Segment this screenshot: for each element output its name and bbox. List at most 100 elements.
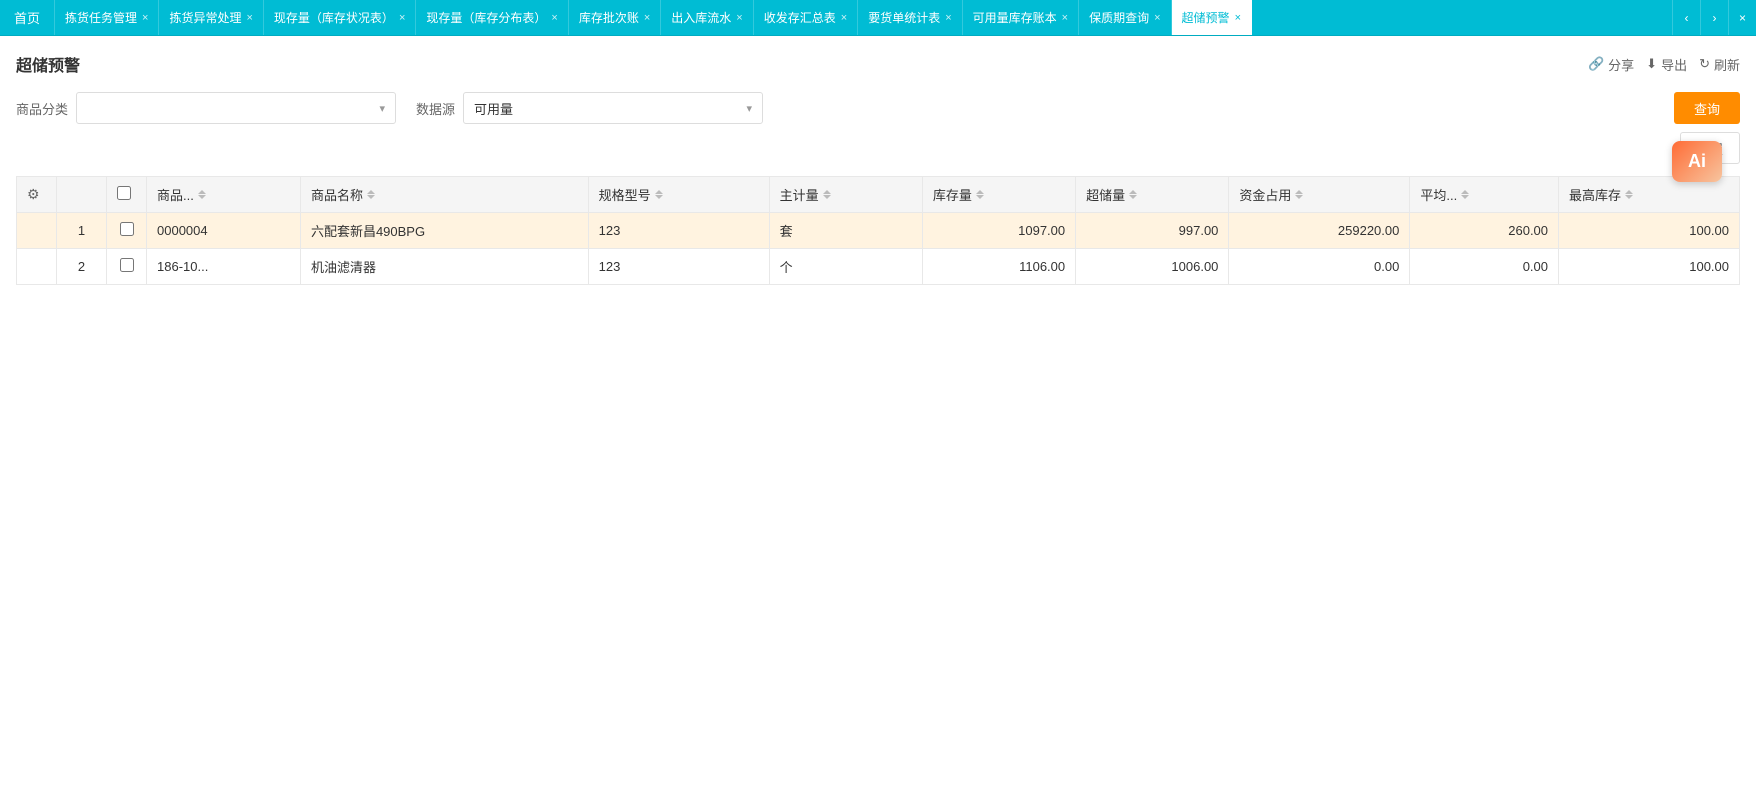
cell-settings-2	[17, 249, 57, 285]
th-spec[interactable]: 规格型号	[588, 177, 769, 213]
page-header: 超储预警 🔗 分享 ⬇ 导出 ↻ 刷新	[16, 52, 1740, 76]
datasource-label: 数据源	[416, 99, 455, 118]
table-header-row: ⚙ 商品... 商品名称	[17, 177, 1740, 213]
tab-churuku[interactable]: 出入库流水 ×	[661, 0, 753, 35]
cell-spec-1: 123	[588, 213, 769, 249]
close-tab-yaodan[interactable]: ×	[945, 12, 951, 24]
export-button[interactable]: ⬇ 导出	[1646, 55, 1687, 74]
tab-xianzun-kuang[interactable]: 现存量（库存状况表） ×	[264, 0, 416, 35]
ai-badge[interactable]: Ai	[1672, 141, 1722, 182]
export-icon: ⬇	[1646, 56, 1657, 72]
cell-maxstock-2: 100.00	[1559, 249, 1740, 285]
page-title: 超储预警	[16, 52, 80, 76]
close-tab-shoufasong[interactable]: ×	[841, 12, 847, 24]
th-settings[interactable]: ⚙	[17, 177, 57, 213]
cell-name-1: 六配套新昌490BPG	[300, 213, 588, 249]
row-checkbox-1[interactable]	[120, 222, 134, 236]
tab-keyong[interactable]: 可用量库存账本 ×	[963, 0, 1079, 35]
tab-jianghuo[interactable]: 拣货任务管理 ×	[55, 0, 159, 35]
th-num	[57, 177, 107, 213]
cell-over-1: 997.00	[1076, 213, 1229, 249]
tab-pici[interactable]: 库存批次账 ×	[569, 0, 661, 35]
tab-xianzun-fen[interactable]: 现存量（库存分布表） ×	[416, 0, 568, 35]
close-tab-churuku[interactable]: ×	[736, 12, 742, 24]
cell-settings-1	[17, 213, 57, 249]
sort-icon-code	[198, 190, 206, 199]
category-select[interactable]: ▾	[76, 92, 396, 124]
cell-check-2[interactable]	[107, 249, 147, 285]
share-icon: 🔗	[1588, 56, 1604, 72]
cell-unit-1: 套	[769, 213, 922, 249]
main-content: 超储预警 🔗 分享 ⬇ 导出 ↻ 刷新 商品分类 ▾ 数据源	[0, 36, 1756, 800]
cell-code-2: 186-10...	[147, 249, 301, 285]
tab-baozhi[interactable]: 保质期查询 ×	[1079, 0, 1171, 35]
nav-home[interactable]: 首页	[0, 0, 55, 35]
share-button[interactable]: 🔗 分享	[1588, 55, 1634, 74]
cell-num-2: 2	[57, 249, 107, 285]
tab-chaochui[interactable]: 超储预警 ×	[1172, 0, 1252, 35]
datasource-value: 可用量	[474, 99, 513, 118]
cell-code-1: 0000004	[147, 213, 301, 249]
datasource-filter-group: 数据源 可用量 ▾	[416, 92, 763, 124]
close-tab-chaochui[interactable]: ×	[1235, 12, 1241, 24]
nav-prev[interactable]: ‹	[1672, 0, 1700, 36]
close-tab-yichang[interactable]: ×	[246, 12, 252, 24]
cell-stock-2: 1106.00	[922, 249, 1075, 285]
cell-capital-2: 0.00	[1229, 249, 1410, 285]
th-name[interactable]: 商品名称	[300, 177, 588, 213]
nav-next[interactable]: ›	[1700, 0, 1728, 36]
th-checkbox[interactable]	[107, 177, 147, 213]
cell-stock-1: 1097.00	[922, 213, 1075, 249]
th-code[interactable]: 商品...	[147, 177, 301, 213]
datasource-select[interactable]: 可用量 ▾	[463, 92, 763, 124]
select-all-checkbox[interactable]	[117, 186, 131, 200]
close-tab-pici[interactable]: ×	[644, 12, 650, 24]
cell-check-1[interactable]	[107, 213, 147, 249]
th-avg[interactable]: 平均...	[1410, 177, 1559, 213]
nav-close-all[interactable]: ×	[1728, 0, 1756, 36]
cell-avg-2: 0.00	[1410, 249, 1559, 285]
data-table: ⚙ 商品... 商品名称	[16, 176, 1740, 285]
close-tab-xianzun-fen[interactable]: ×	[551, 12, 557, 24]
sort-icon-name	[367, 190, 375, 199]
close-tab-keyong[interactable]: ×	[1062, 12, 1068, 24]
tab-yichang[interactable]: 拣货异常处理 ×	[159, 0, 263, 35]
table-row: 2 186-10... 机油滤清器 123 个 1106.00 1006.00 …	[17, 249, 1740, 285]
sort-icon-capital	[1295, 190, 1303, 199]
sort-icon-unit	[823, 190, 831, 199]
header-actions: 🔗 分享 ⬇ 导出 ↻ 刷新	[1588, 55, 1740, 74]
th-stock[interactable]: 库存量	[922, 177, 1075, 213]
cell-capital-1: 259220.00	[1229, 213, 1410, 249]
th-capital[interactable]: 资金占用	[1229, 177, 1410, 213]
close-tab-jianghuo[interactable]: ×	[142, 12, 148, 24]
row-checkbox-2[interactable]	[120, 258, 134, 272]
datasource-chevron-icon: ▾	[747, 102, 753, 115]
nav-arrows: ‹ › ×	[1672, 0, 1756, 36]
tab-shoufasong[interactable]: 收发存汇总表 ×	[754, 0, 858, 35]
gear-icon[interactable]: ⚙	[27, 186, 40, 202]
chevron-down-icon: ▾	[379, 102, 385, 115]
th-unit[interactable]: 主计量	[769, 177, 922, 213]
query-button[interactable]: 查询	[1674, 92, 1740, 124]
top-nav: 首页 拣货任务管理 × 拣货异常处理 × 现存量（库存状况表） × 现存量（库存…	[0, 0, 1756, 36]
tab-yaodan[interactable]: 要货单统计表 ×	[858, 0, 962, 35]
filter-row: 商品分类 ▾ 数据源 可用量 ▾ 查询	[16, 92, 1740, 124]
cell-unit-2: 个	[769, 249, 922, 285]
close-tab-xianzun-kuang[interactable]: ×	[399, 12, 405, 24]
th-over[interactable]: 超储量	[1076, 177, 1229, 213]
sort-icon-avg	[1461, 190, 1469, 199]
cell-spec-2: 123	[588, 249, 769, 285]
sort-icon-maxstock	[1625, 190, 1633, 199]
cell-name-2: 机油滤清器	[300, 249, 588, 285]
sort-icon-spec	[655, 190, 663, 199]
sort-icon-over	[1129, 190, 1137, 199]
refresh-button[interactable]: ↻ 刷新	[1699, 55, 1740, 74]
category-filter-group: 商品分类 ▾	[16, 92, 396, 124]
close-tab-baozhi[interactable]: ×	[1154, 12, 1160, 24]
cell-num-1: 1	[57, 213, 107, 249]
cell-over-2: 1006.00	[1076, 249, 1229, 285]
refresh-icon: ↻	[1699, 56, 1710, 72]
cell-maxstock-1: 100.00	[1559, 213, 1740, 249]
cell-avg-1: 260.00	[1410, 213, 1559, 249]
table-row: 1 0000004 六配套新昌490BPG 123 套 1097.00 997.…	[17, 213, 1740, 249]
